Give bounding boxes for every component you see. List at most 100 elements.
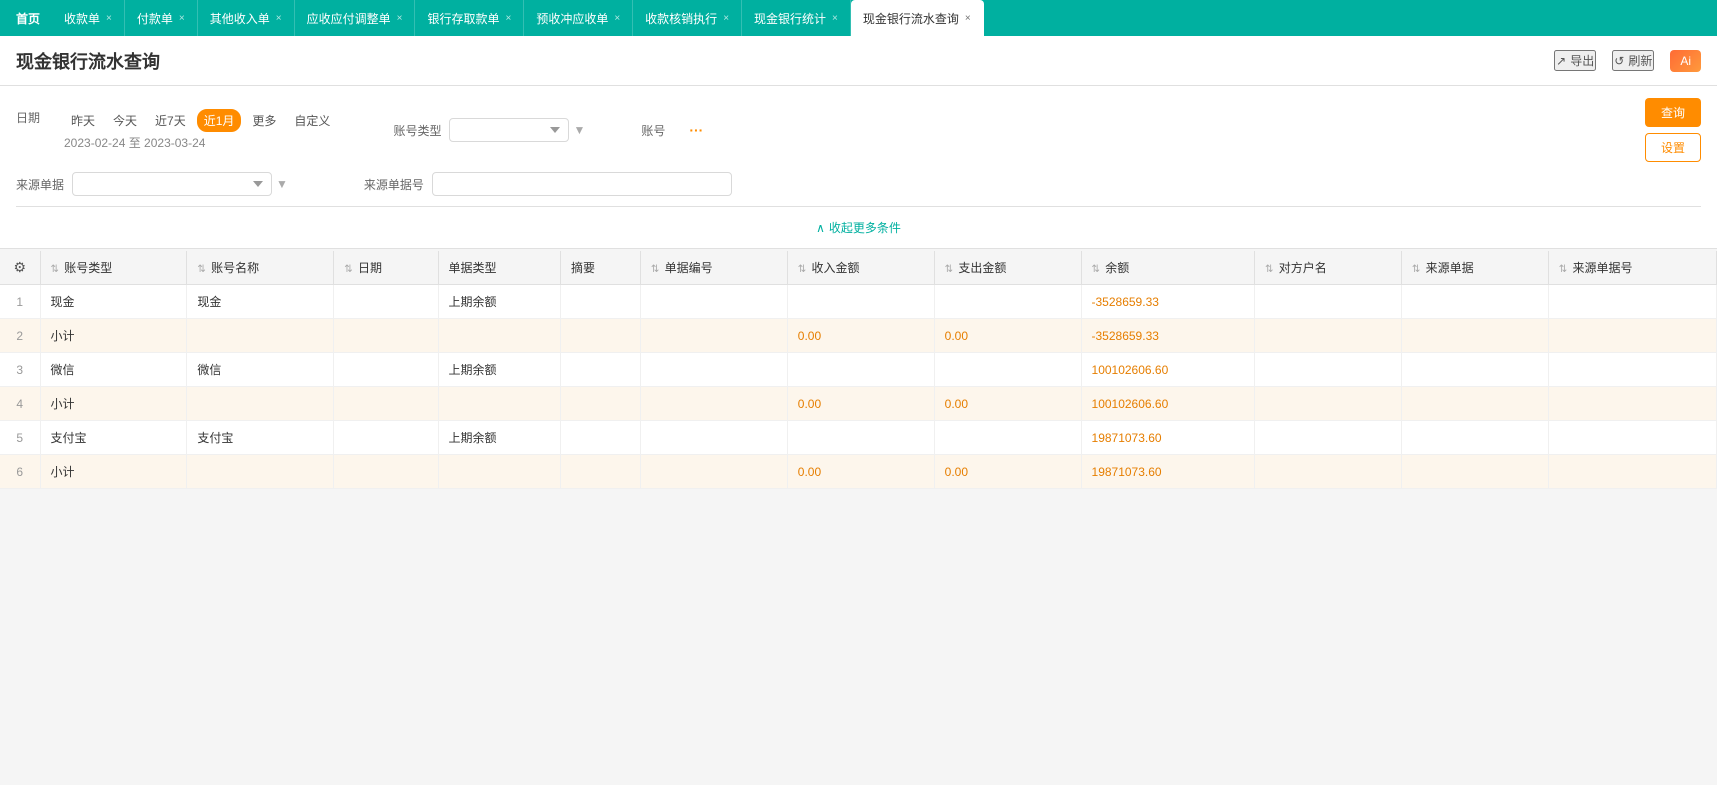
header-actions: ↗ 导出 ↺ 刷新 Ai — [1554, 50, 1701, 72]
table-cell — [640, 353, 787, 387]
table-cell — [561, 455, 641, 489]
nav-tab-bank-flow[interactable]: 现金银行流水查询 × — [851, 0, 984, 36]
table-cell — [1548, 455, 1716, 489]
collapse-bar[interactable]: ∧ 收起更多条件 — [16, 213, 1701, 236]
table-cell: 0.00 — [787, 455, 934, 489]
col-source-doc-no[interactable]: ⇅ 来源单据号 — [1548, 251, 1716, 285]
close-collection-icon[interactable]: × — [723, 13, 729, 24]
table-cell: -3528659.33 — [1081, 319, 1255, 353]
source-doc-no-label: 来源单据号 — [364, 176, 424, 193]
nav-tab-collection[interactable]: 收款核销执行 × — [633, 0, 742, 36]
close-fukuan-icon[interactable]: × — [179, 13, 185, 24]
table-cell — [1401, 353, 1548, 387]
query-button[interactable]: 查询 — [1645, 98, 1701, 127]
table-row: 1现金现金上期余额-3528659.33 — [0, 285, 1717, 319]
nav-tab-bank-stats[interactable]: 现金银行统计 × — [742, 0, 851, 36]
source-doc-no-filter: 来源单据号 — [364, 172, 732, 196]
page-header: 现金银行流水查询 ↗ 导出 ↺ 刷新 Ai — [0, 36, 1717, 86]
settings-button[interactable]: 设置 — [1645, 133, 1701, 162]
source-doc-label: 来源单据 — [16, 176, 64, 193]
close-bank-flow-icon[interactable]: × — [965, 13, 971, 24]
col-income[interactable]: ⇅ 收入金额 — [787, 251, 934, 285]
nav-tab-shoukuan[interactable]: 收款单 × — [52, 0, 125, 36]
table-cell: 19871073.60 — [1081, 421, 1255, 455]
date-btn-custom[interactable]: 自定义 — [287, 109, 337, 132]
account-label: 账号 — [641, 122, 681, 139]
table-cell: 小计 — [40, 387, 187, 421]
close-bank-stats-icon[interactable]: × — [832, 13, 838, 24]
close-adjustment-icon[interactable]: × — [397, 13, 403, 24]
table-cell: 小计 — [40, 455, 187, 489]
nav-tab-prepay[interactable]: 预收冲应收单 × — [524, 0, 633, 36]
table-cell — [1255, 421, 1402, 455]
table-cell — [934, 353, 1081, 387]
nav-tab-fukuan[interactable]: 付款单 × — [125, 0, 198, 36]
date-btn-7days[interactable]: 近7天 — [148, 109, 193, 132]
nav-tab-other-income[interactable]: 其他收入单 × — [198, 0, 295, 36]
table-cell — [1548, 421, 1716, 455]
table-cell: -3528659.33 — [1081, 285, 1255, 319]
table-cell: 1 — [0, 285, 40, 319]
table-cell — [438, 319, 560, 353]
date-btn-more[interactable]: 更多 — [245, 109, 283, 132]
collapse-up-icon: ∧ — [816, 221, 825, 235]
account-type-select[interactable] — [449, 118, 569, 142]
table-cell — [561, 421, 641, 455]
date-btn-yesterday[interactable]: 昨天 — [64, 109, 102, 132]
table-cell — [1548, 387, 1716, 421]
col-expense[interactable]: ⇅ 支出金额 — [934, 251, 1081, 285]
table-cell — [1548, 353, 1716, 387]
nav-tab-adjustment[interactable]: 应收应付调整单 × — [295, 0, 416, 36]
table-cell: 0.00 — [934, 455, 1081, 489]
col-doc-no[interactable]: ⇅ 单据编号 — [640, 251, 787, 285]
col-gear[interactable]: ⚙ — [0, 251, 40, 285]
close-other-income-icon[interactable]: × — [276, 13, 282, 24]
nav-tab-home[interactable]: 首页 — [4, 0, 52, 36]
table-cell — [1255, 455, 1402, 489]
source-doc-no-input[interactable] — [432, 172, 732, 196]
col-account-name[interactable]: ⇅ 账号名称 — [187, 251, 334, 285]
close-bank-deposit-icon[interactable]: × — [505, 13, 511, 24]
action-buttons: 查询 设置 — [1645, 98, 1701, 162]
table-cell: 微信 — [187, 353, 334, 387]
source-doc-filter: 来源单据 ▼ — [16, 172, 288, 196]
table-cell — [640, 387, 787, 421]
date-btn-today[interactable]: 今天 — [106, 109, 144, 132]
data-table: ⚙ ⇅ 账号类型 ⇅ 账号名称 ⇅ 日期 单据类型 摘要 — [0, 251, 1717, 489]
source-doc-select[interactable] — [72, 172, 272, 196]
col-balance[interactable]: ⇅ 余额 — [1081, 251, 1255, 285]
col-date[interactable]: ⇅ 日期 — [334, 251, 438, 285]
ai-button[interactable]: Ai — [1670, 50, 1701, 72]
table-cell — [934, 421, 1081, 455]
close-prepay-icon[interactable]: × — [614, 13, 620, 24]
table-cell: 100102606.60 — [1081, 387, 1255, 421]
export-button[interactable]: ↗ 导出 — [1554, 50, 1596, 71]
close-shoukuan-icon[interactable]: × — [106, 13, 112, 24]
account-type-filter: 账号类型 ▼ — [393, 118, 585, 142]
sort-income-icon: ⇅ — [798, 264, 806, 275]
date-label: 日期 — [16, 109, 56, 126]
date-range: 2023-02-24 至 2023-03-24 — [64, 134, 337, 151]
table-row: 4小计0.000.00100102606.60 — [0, 387, 1717, 421]
gear-icon[interactable]: ⚙ — [13, 259, 26, 275]
table-cell — [561, 387, 641, 421]
col-account-type[interactable]: ⇅ 账号类型 — [40, 251, 187, 285]
table-cell — [1401, 387, 1548, 421]
table-cell — [334, 421, 438, 455]
table-cell — [640, 455, 787, 489]
nav-tab-bank-deposit[interactable]: 银行存取款单 × — [415, 0, 524, 36]
sort-expense-icon: ⇅ — [945, 264, 953, 275]
table-cell — [334, 387, 438, 421]
account-filter: 账号 ··· — [641, 122, 703, 139]
account-more-dots[interactable]: ··· — [689, 122, 703, 138]
col-counterparty[interactable]: ⇅ 对方户名 — [1255, 251, 1402, 285]
date-btn-1month[interactable]: 近1月 — [197, 109, 242, 132]
table-cell — [1401, 455, 1548, 489]
col-doc-type: 单据类型 — [438, 251, 560, 285]
table-cell — [640, 421, 787, 455]
table-cell: 小计 — [40, 319, 187, 353]
col-source-doc[interactable]: ⇅ 来源单据 — [1401, 251, 1548, 285]
refresh-button[interactable]: ↺ 刷新 — [1612, 50, 1654, 71]
table-cell — [187, 319, 334, 353]
sort-account-type-icon: ⇅ — [51, 264, 59, 275]
